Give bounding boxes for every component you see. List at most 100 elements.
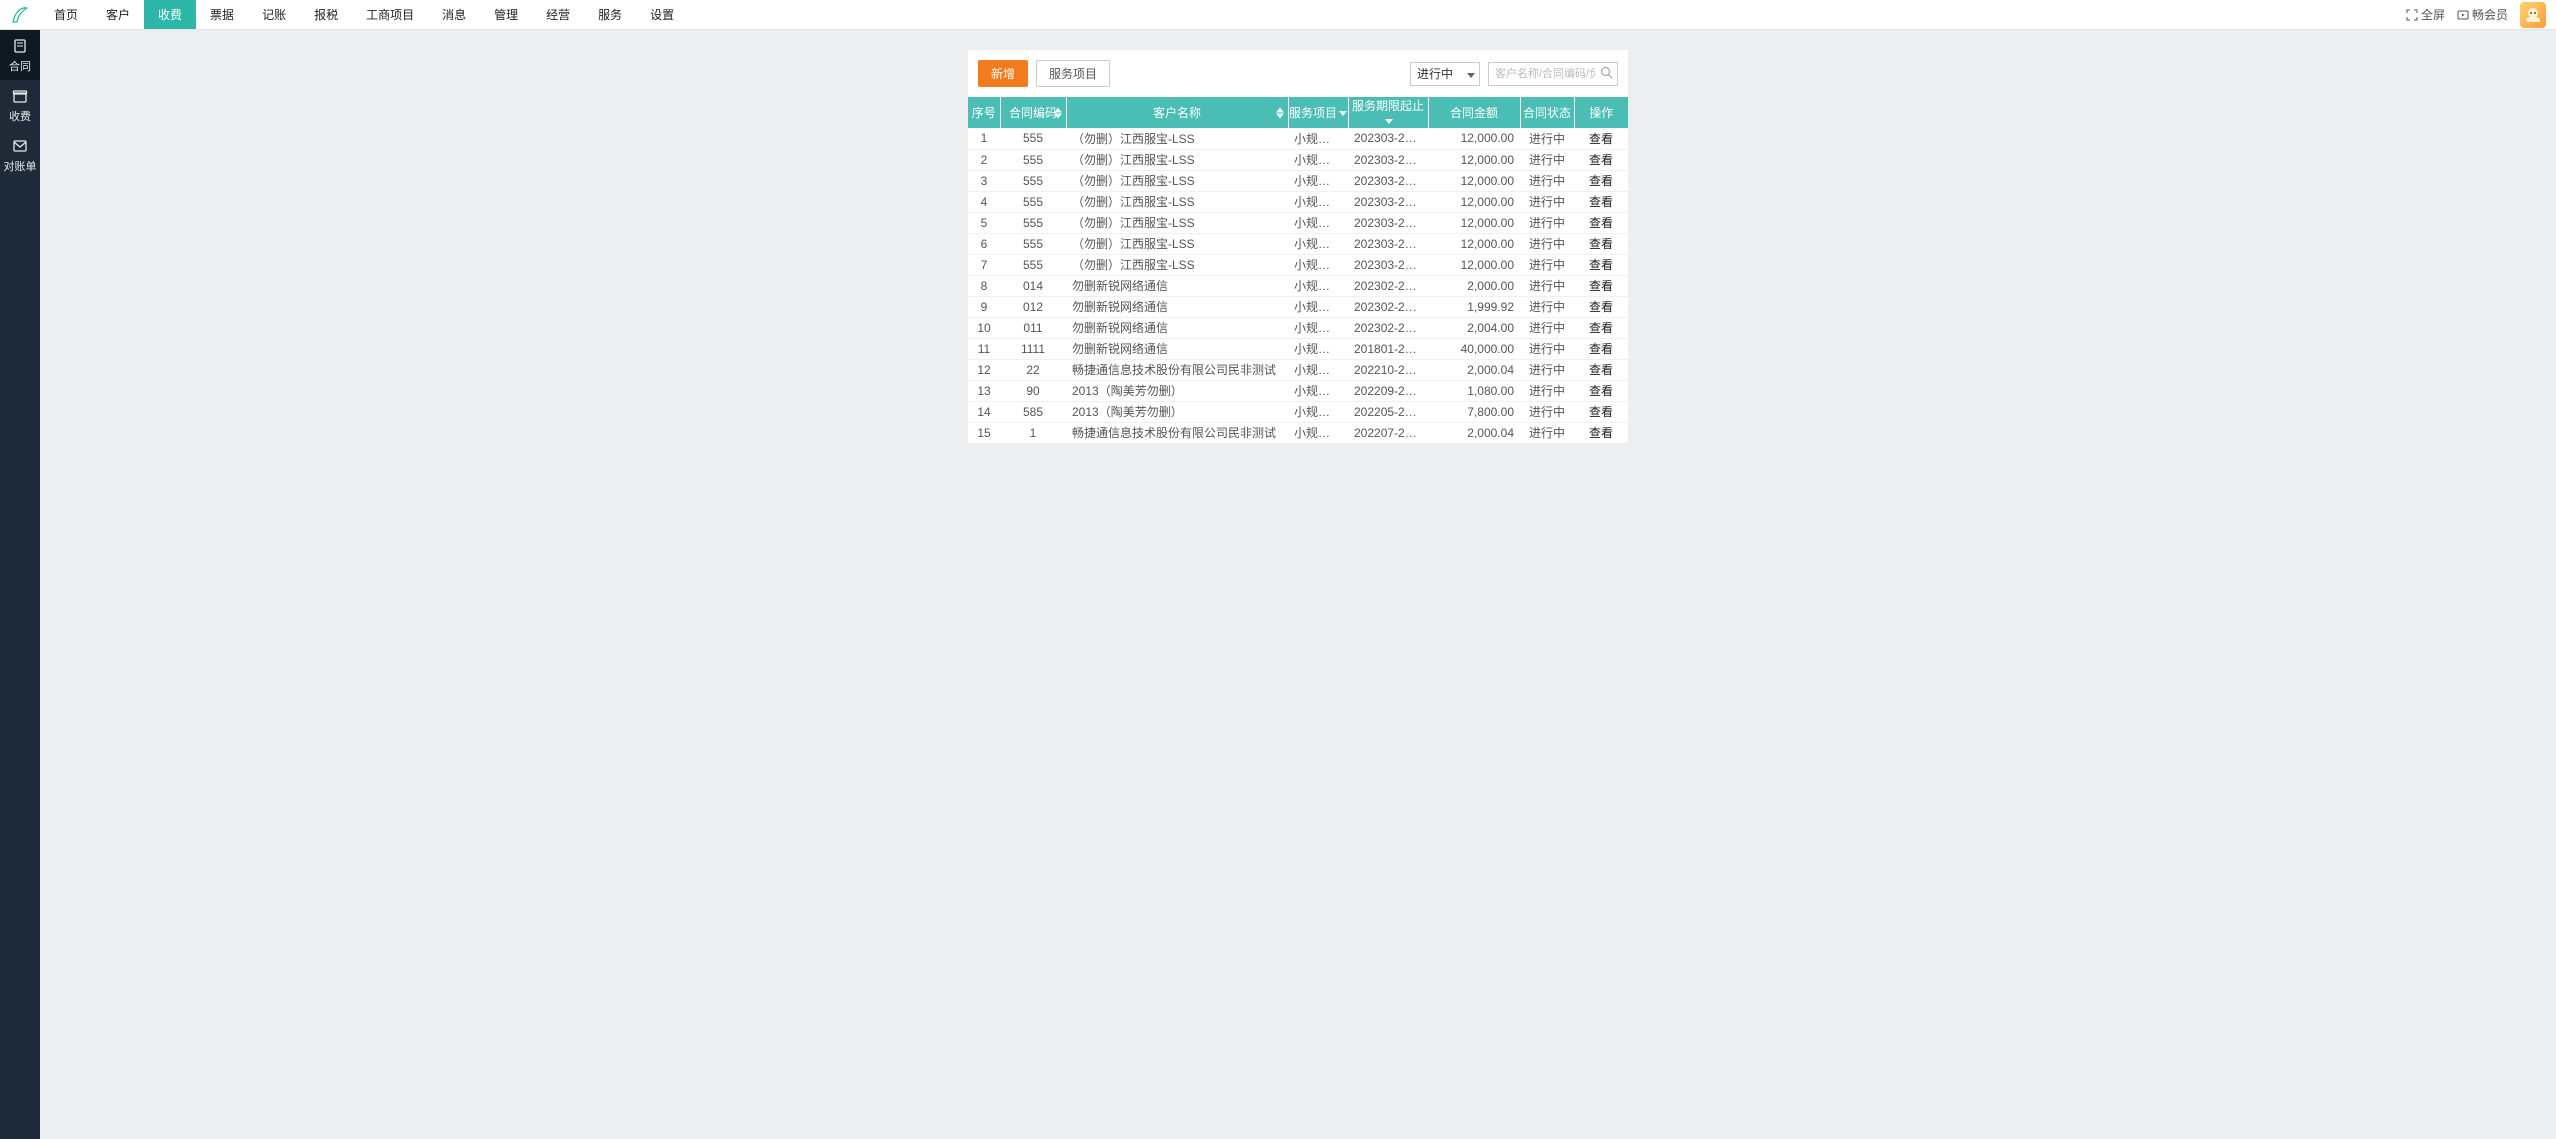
cell-name: （勿删）江西服宝-LSS — [1066, 233, 1288, 254]
view-link[interactable]: 查看 — [1589, 300, 1613, 314]
logo — [0, 0, 40, 29]
topnav-item-0[interactable]: 首页 — [40, 0, 92, 29]
view-link[interactable]: 查看 — [1589, 216, 1613, 230]
topnav-item-10[interactable]: 服务 — [584, 0, 636, 29]
cell-idx: 1 — [968, 128, 1000, 149]
leftbar-item-box[interactable]: 收费 — [0, 80, 40, 130]
cell-proj: 小规模记账 — [1288, 317, 1348, 338]
table-row: 9012勿删新锐网络通信小规模记账202302-2024011,999.92进行… — [968, 296, 1628, 317]
col-code[interactable]: 合同编码 — [1000, 97, 1066, 128]
cell-idx: 14 — [968, 401, 1000, 422]
member-label: 畅会员 — [2472, 6, 2508, 23]
toolbar: 新增 服务项目 进行中 — [968, 50, 1628, 97]
play-rect-icon — [2457, 9, 2469, 21]
table-header-row: 序号 合同编码 客户名称 服务项目 服务期限起止 合同金额 合同状态 操作 — [968, 97, 1628, 128]
contract-panel: 新增 服务项目 进行中 — [968, 50, 1628, 444]
view-link[interactable]: 查看 — [1589, 363, 1613, 377]
topnav-item-1[interactable]: 客户 — [92, 0, 144, 29]
search-box — [1488, 62, 1618, 86]
table-row: 4555（勿删）江西服宝-LSS小规模记账202303-20240212,000… — [968, 191, 1628, 212]
cell-idx: 9 — [968, 296, 1000, 317]
cell-stat: 进行中 — [1520, 191, 1574, 212]
cell-proj: 小规模记账 — [1288, 254, 1348, 275]
cell-stat: 进行中 — [1520, 296, 1574, 317]
col-op: 操作 — [1574, 97, 1628, 128]
topnav-item-11[interactable]: 设置 — [636, 0, 688, 29]
search-input[interactable] — [1489, 63, 1617, 85]
mail-icon — [12, 138, 28, 154]
view-link[interactable]: 查看 — [1589, 384, 1613, 398]
cell-code: 555 — [1000, 254, 1066, 275]
view-link[interactable]: 查看 — [1589, 237, 1613, 251]
view-link[interactable]: 查看 — [1589, 342, 1613, 356]
cell-name: 勿删新锐网络通信 — [1066, 275, 1288, 296]
cell-amt: 2,000.04 — [1428, 422, 1520, 443]
cell-code: 555 — [1000, 212, 1066, 233]
cell-period: 202303-202402 — [1348, 170, 1428, 191]
table-row: 7555（勿删）江西服宝-LSS小规模记账202303-20240212,000… — [968, 254, 1628, 275]
cell-code: 1111 — [1000, 338, 1066, 359]
cell-proj: 小规模记账 — [1288, 296, 1348, 317]
leftbar-item-mail[interactable]: 对账单 — [0, 130, 40, 180]
cell-proj: 小规模记账 — [1288, 401, 1348, 422]
status-filter-select[interactable]: 进行中 — [1410, 62, 1480, 86]
cell-name: （勿删）江西服宝-LSS — [1066, 254, 1288, 275]
view-link[interactable]: 查看 — [1589, 132, 1613, 146]
cell-op: 查看 — [1574, 317, 1628, 338]
view-link[interactable]: 查看 — [1589, 195, 1613, 209]
add-button[interactable]: 新增 — [978, 60, 1028, 87]
cell-name: 勿删新锐网络通信 — [1066, 317, 1288, 338]
search-icon[interactable] — [1600, 66, 1613, 82]
cell-idx: 10 — [968, 317, 1000, 338]
cell-period: 202303-202402 — [1348, 149, 1428, 170]
service-project-button[interactable]: 服务项目 — [1036, 60, 1110, 87]
topnav-item-9[interactable]: 经营 — [532, 0, 584, 29]
cell-proj: 小规模记账 — [1288, 338, 1348, 359]
cell-name: 勿删新锐网络通信 — [1066, 338, 1288, 359]
col-proj[interactable]: 服务项目 — [1288, 97, 1348, 128]
view-link[interactable]: 查看 — [1589, 153, 1613, 167]
topnav-item-3[interactable]: 票据 — [196, 0, 248, 29]
cell-amt: 1,999.92 — [1428, 296, 1520, 317]
table-row: 1222畅捷通信息技术股份有限公司民非测试小规模记账202210-2023092… — [968, 359, 1628, 380]
cell-period: 202205-202504 — [1348, 401, 1428, 422]
cell-name: 畅捷通信息技术股份有限公司民非测试 — [1066, 422, 1288, 443]
topnav-item-6[interactable]: 工商项目 — [352, 0, 428, 29]
topnav-item-8[interactable]: 管理 — [480, 0, 532, 29]
cell-proj: 小规模记账 — [1288, 212, 1348, 233]
table-row: 6555（勿删）江西服宝-LSS小规模记账202303-20240212,000… — [968, 233, 1628, 254]
cell-period: 202302-202401 — [1348, 296, 1428, 317]
cell-op: 查看 — [1574, 401, 1628, 422]
view-link[interactable]: 查看 — [1589, 174, 1613, 188]
view-link[interactable]: 查看 — [1589, 405, 1613, 419]
fullscreen-button[interactable]: 全屏 — [2406, 6, 2445, 23]
cell-amt: 12,000.00 — [1428, 170, 1520, 191]
leftbar-item-doc[interactable]: 合同 — [0, 30, 40, 80]
cell-proj: 小规模记账 — [1288, 128, 1348, 149]
cell-code: 555 — [1000, 191, 1066, 212]
topnav-item-4[interactable]: 记账 — [248, 0, 300, 29]
cell-idx: 5 — [968, 212, 1000, 233]
view-link[interactable]: 查看 — [1589, 258, 1613, 272]
view-link[interactable]: 查看 — [1589, 426, 1613, 440]
topnav-item-5[interactable]: 报税 — [300, 0, 352, 29]
table-row: 3555（勿删）江西服宝-LSS小规模记账202303-20240212,000… — [968, 170, 1628, 191]
table-row: 2555（勿删）江西服宝-LSS小规模记账202303-20240212,000… — [968, 149, 1628, 170]
cell-amt: 2,000.00 — [1428, 275, 1520, 296]
avatar[interactable] — [2520, 2, 2546, 28]
cell-code: 012 — [1000, 296, 1066, 317]
topnav-item-2[interactable]: 收费 — [144, 0, 196, 29]
cell-amt: 2,004.00 — [1428, 317, 1520, 338]
cell-stat: 进行中 — [1520, 380, 1574, 401]
view-link[interactable]: 查看 — [1589, 321, 1613, 335]
leftbar: 合同收费对账单 — [0, 30, 40, 1139]
member-button[interactable]: 畅会员 — [2457, 6, 2508, 23]
col-name[interactable]: 客户名称 — [1066, 97, 1288, 128]
col-period[interactable]: 服务期限起止 — [1348, 97, 1428, 128]
table-row: 111111勿删新锐网络通信小规模记账201801-20240840,000.0… — [968, 338, 1628, 359]
table-row: 1555（勿删）江西服宝-LSS小规模记账202303-20240212,000… — [968, 128, 1628, 149]
view-link[interactable]: 查看 — [1589, 279, 1613, 293]
cell-proj: 小规模记账 — [1288, 359, 1348, 380]
topnav-item-7[interactable]: 消息 — [428, 0, 480, 29]
cell-stat: 进行中 — [1520, 317, 1574, 338]
